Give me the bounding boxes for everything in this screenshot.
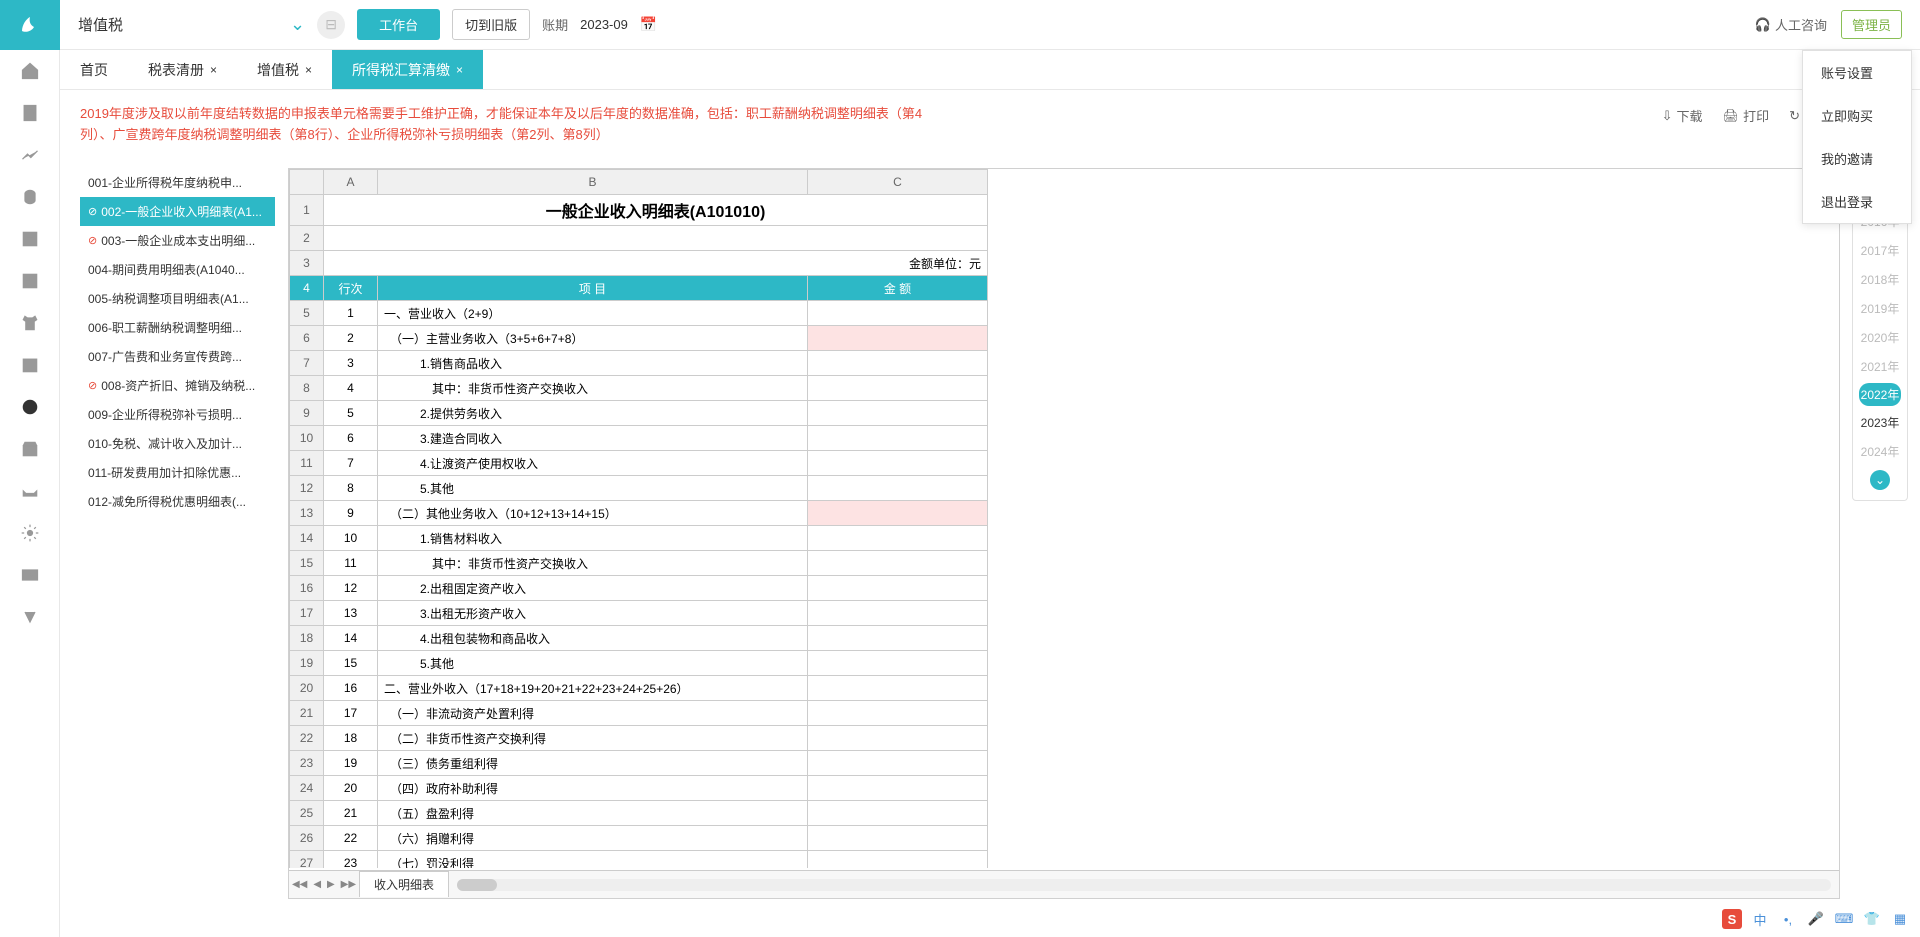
workspace-button[interactable]: 工作台 bbox=[357, 9, 440, 40]
year-option[interactable]: 2022年 bbox=[1859, 383, 1901, 406]
admin-button[interactable]: 管理员 bbox=[1841, 10, 1902, 39]
nav-money-icon[interactable] bbox=[0, 176, 60, 218]
ime-punct-icon[interactable]: •, bbox=[1778, 909, 1798, 929]
nav-settings-icon[interactable] bbox=[0, 512, 60, 554]
form-list-item[interactable]: 005-纳税调整项目明细表(A1... bbox=[80, 284, 275, 313]
ime-grid-icon[interactable]: ▦ bbox=[1890, 909, 1910, 929]
form-list-item[interactable]: ⊘008-资产折旧、摊销及纳税... bbox=[80, 371, 275, 400]
content: 2019年度涉及取以前年度结转数据的申报表单元格需要手工维护正确，才能保证本年及… bbox=[60, 90, 1920, 937]
sheet-scroll[interactable]: ABC1一般企业收入明细表(A101010)23金额单位：元4行次项 目金 额5… bbox=[289, 169, 1839, 868]
nav-doc-icon[interactable] bbox=[0, 92, 60, 134]
year-option[interactable]: 2017年 bbox=[1853, 236, 1907, 265]
form-list-item[interactable]: 012-减免所得税优惠明细表(... bbox=[80, 487, 275, 516]
chevron-down-icon[interactable]: ⌄ bbox=[290, 14, 305, 35]
tab-close-icon[interactable]: × bbox=[456, 63, 463, 77]
nav-form-icon[interactable] bbox=[0, 260, 60, 302]
period-value[interactable]: 2023-09 bbox=[580, 17, 628, 32]
sheet-nav[interactable]: ◀◀◀▶▶▶ bbox=[289, 879, 359, 890]
menu-buy-now[interactable]: 立即购买 bbox=[1803, 94, 1911, 137]
nav-tax-icon[interactable] bbox=[0, 386, 60, 428]
user-dropdown: 账号设置 立即购买 我的邀请 退出登录 bbox=[1802, 50, 1912, 224]
ime-mic-icon[interactable]: 🎤 bbox=[1806, 909, 1826, 929]
nav-report-icon[interactable] bbox=[0, 218, 60, 260]
status-circle-icon[interactable]: ⊟ bbox=[317, 11, 345, 39]
switch-old-button[interactable]: 切到旧版 bbox=[452, 9, 530, 40]
print-button[interactable]: 🖨 打印 bbox=[1723, 106, 1770, 125]
form-list-item[interactable]: 006-职工薪酬纳税调整明细... bbox=[80, 313, 275, 342]
form-list-item[interactable]: 001-企业所得税年度纳税申... bbox=[80, 168, 275, 197]
nav-inbox-icon[interactable] bbox=[0, 470, 60, 512]
form-list-item[interactable]: 011-研发费用加计扣除优惠... bbox=[80, 458, 275, 487]
menu-logout[interactable]: 退出登录 bbox=[1803, 180, 1911, 223]
nav-home-icon[interactable] bbox=[0, 50, 60, 92]
calendar-icon[interactable]: 📅 bbox=[640, 16, 657, 33]
nav-chart-icon[interactable] bbox=[0, 134, 60, 176]
year-option[interactable]: 2018年 bbox=[1853, 265, 1907, 294]
ime-skin-icon[interactable]: 👕 bbox=[1862, 909, 1882, 929]
form-list-item[interactable]: 009-企业所得税弥补亏损明... bbox=[80, 400, 275, 429]
spreadsheet: ABC1一般企业收入明细表(A101010)23金额单位：元4行次项 目金 额5… bbox=[288, 168, 1840, 899]
form-list: 001-企业所得税年度纳税申...⊘002-一般企业收入明细表(A1...⊘00… bbox=[80, 168, 275, 907]
year-panel: 2016年2017年2018年2019年2020年2021年2022年2023年… bbox=[1852, 200, 1908, 501]
warn-icon: ⊘ bbox=[88, 379, 97, 392]
tab-1[interactable]: 税表清册× bbox=[128, 50, 237, 89]
year-more-icon[interactable]: ⌄ bbox=[1853, 466, 1907, 494]
form-list-item[interactable]: 007-广告费和业务宣传费跨... bbox=[80, 342, 275, 371]
ime-lang-icon[interactable]: 中 bbox=[1750, 909, 1770, 929]
year-option[interactable]: 2021年 bbox=[1853, 352, 1907, 381]
period-label: 账期 bbox=[542, 15, 568, 34]
year-option[interactable]: 2020年 bbox=[1853, 323, 1907, 352]
tab-2[interactable]: 增值税× bbox=[237, 50, 332, 89]
warning-text: 2019年度涉及取以前年度结转数据的申报表单元格需要手工维护正确，才能保证本年及… bbox=[60, 90, 960, 158]
ime-bar: S 中 •, 🎤 ⌨ 👕 ▦ bbox=[1722, 909, 1910, 929]
menu-my-invite[interactable]: 我的邀请 bbox=[1803, 137, 1911, 180]
nav-archive-icon[interactable] bbox=[0, 428, 60, 470]
app-logo[interactable] bbox=[0, 0, 60, 50]
year-option[interactable]: 2019年 bbox=[1853, 294, 1907, 323]
warn-icon: ⊘ bbox=[88, 234, 97, 247]
nav-video-icon[interactable] bbox=[0, 554, 60, 596]
consult-label: 人工咨询 bbox=[1775, 15, 1827, 34]
tab-0[interactable]: 首页 bbox=[60, 50, 128, 89]
tab-close-icon[interactable]: × bbox=[305, 63, 312, 77]
year-option[interactable]: 2023年 bbox=[1853, 408, 1907, 437]
download-button[interactable]: ⇩ 下载 bbox=[1662, 106, 1703, 125]
nav-v-icon[interactable] bbox=[0, 596, 60, 638]
ime-keyboard-icon[interactable]: ⌨ bbox=[1834, 909, 1854, 929]
consult-button[interactable]: 🎧 人工咨询 bbox=[1755, 15, 1827, 34]
hscroll[interactable] bbox=[457, 879, 1831, 891]
tab-close-icon[interactable]: × bbox=[210, 63, 217, 77]
form-list-item[interactable]: 004-期间费用明细表(A1040... bbox=[80, 255, 275, 284]
nav-calendar-icon[interactable] bbox=[0, 344, 60, 386]
menu-account-settings[interactable]: 账号设置 bbox=[1803, 51, 1911, 94]
year-option[interactable]: 2024年 bbox=[1853, 437, 1907, 466]
form-list-item[interactable]: ⊘002-一般企业收入明细表(A1... bbox=[80, 197, 275, 226]
sheet-tab-bar: ◀◀◀▶▶▶ 收入明细表 bbox=[289, 870, 1839, 898]
top-bar: 增值税 ⌄ ⊟ 工作台 切到旧版 账期 2023-09 📅 🎧 人工咨询 管理员 bbox=[60, 0, 1920, 50]
tab-3[interactable]: 所得税汇算清缴× bbox=[332, 50, 483, 89]
form-list-item[interactable]: 010-免税、减计收入及加计... bbox=[80, 429, 275, 458]
ime-logo-icon[interactable]: S bbox=[1722, 909, 1742, 929]
sheet-tab[interactable]: 收入明细表 bbox=[359, 871, 449, 897]
tabs-bar: 首页税表清册×增值税×所得税汇算清缴× bbox=[60, 50, 1920, 90]
app-title[interactable]: 增值税 bbox=[78, 14, 278, 35]
warn-icon: ⊘ bbox=[88, 205, 97, 218]
nav-shirt-icon[interactable] bbox=[0, 302, 60, 344]
left-sidebar bbox=[0, 0, 60, 937]
form-list-item[interactable]: ⊘003-一般企业成本支出明细... bbox=[80, 226, 275, 255]
